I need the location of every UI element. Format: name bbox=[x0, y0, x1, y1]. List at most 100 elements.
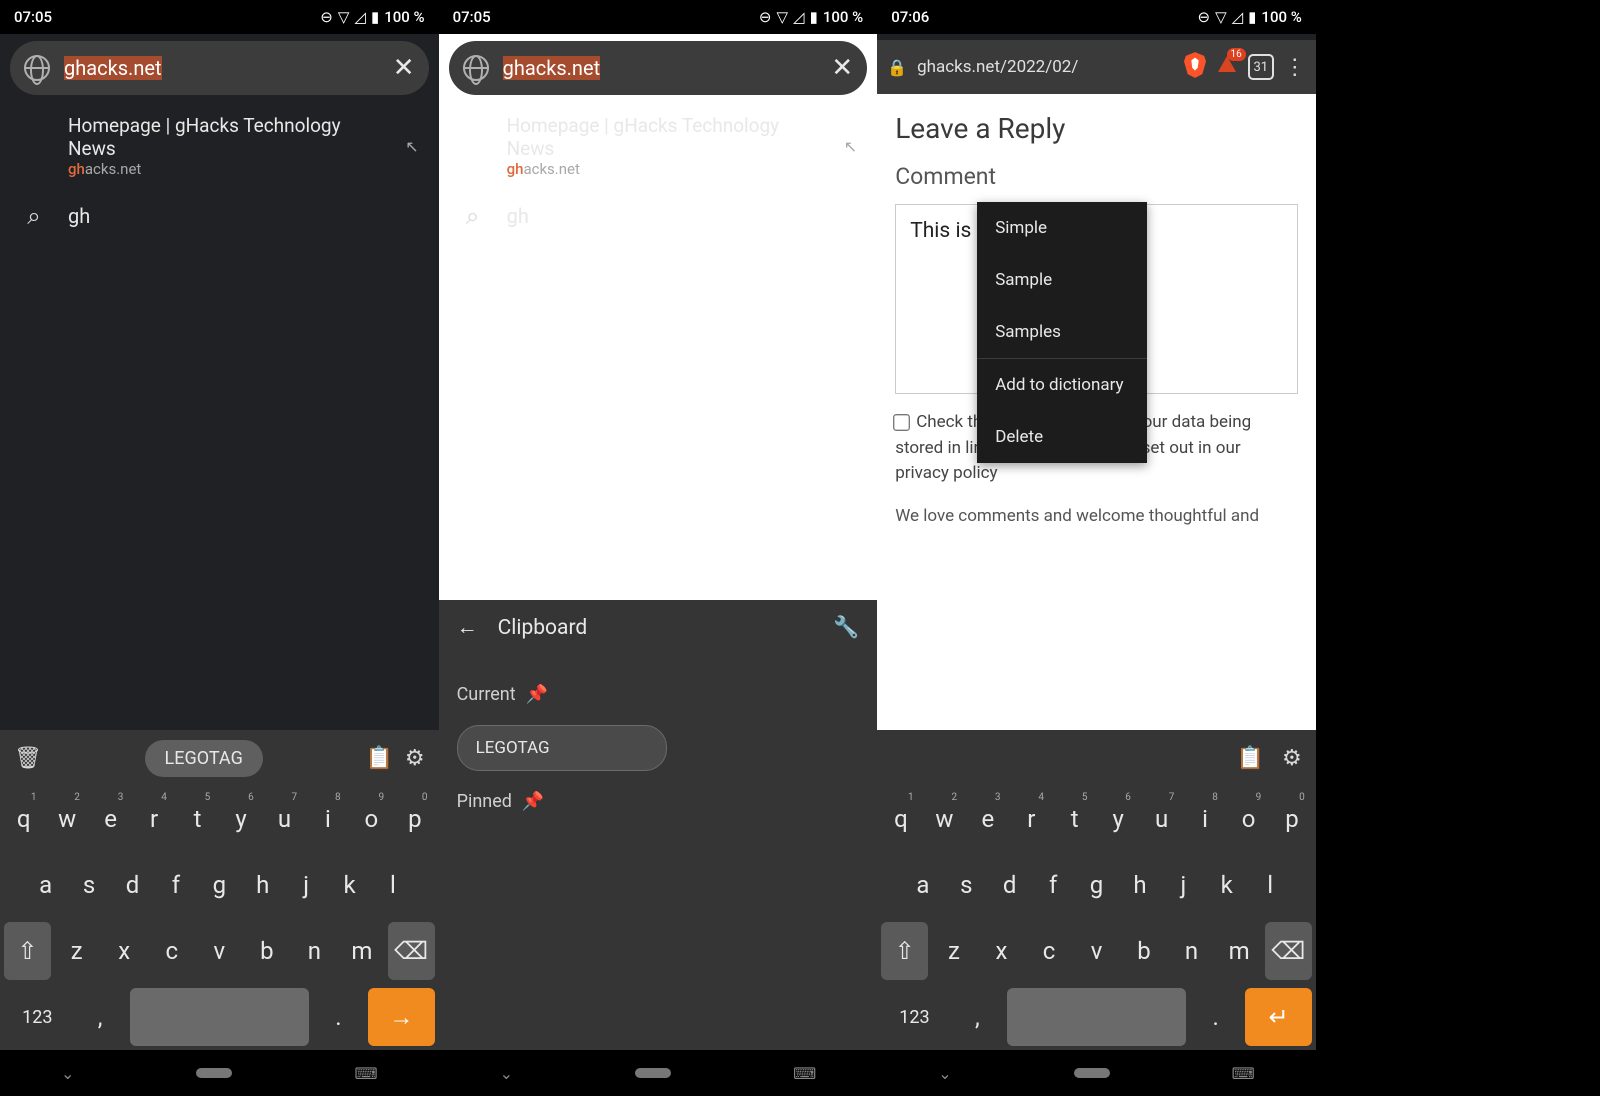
menu-dots-icon[interactable]: ⋮ bbox=[1284, 55, 1306, 80]
key-t[interactable]: 5t bbox=[178, 790, 217, 848]
key-w[interactable]: 2w bbox=[925, 790, 964, 848]
key-n[interactable]: n bbox=[1170, 922, 1214, 980]
enter-key[interactable]: ↵ bbox=[1245, 988, 1312, 1046]
key-e[interactable]: 3e bbox=[91, 790, 130, 848]
key-d[interactable]: d bbox=[113, 856, 152, 914]
clear-icon[interactable]: ✕ bbox=[831, 53, 853, 83]
space-key[interactable] bbox=[130, 988, 309, 1046]
suggestion-history[interactable]: Homepage | gHacks Technology News ghacks… bbox=[0, 102, 439, 190]
key-h[interactable]: h bbox=[1120, 856, 1159, 914]
key-k[interactable]: k bbox=[1207, 856, 1246, 914]
gear-icon[interactable]: ⚙ bbox=[1282, 746, 1302, 771]
key-h[interactable]: h bbox=[243, 856, 282, 914]
nav-keyboard-icon[interactable]: ⌨ bbox=[1232, 1064, 1255, 1083]
consent-checkbox[interactable] bbox=[893, 414, 910, 431]
key-x[interactable]: x bbox=[980, 922, 1024, 980]
key-l[interactable]: l bbox=[373, 856, 412, 914]
url-bar[interactable]: ghacks.net ✕ bbox=[10, 41, 429, 95]
gear-icon[interactable]: ⚙ bbox=[405, 746, 425, 771]
key-y[interactable]: 6y bbox=[221, 790, 260, 848]
numeric-key[interactable]: 123 bbox=[881, 988, 948, 1046]
clipboard-icon[interactable]: 📋 bbox=[1237, 746, 1264, 771]
nav-down-icon[interactable]: ⌄ bbox=[61, 1064, 74, 1083]
url-text[interactable]: ghacks.net/2022/02/ bbox=[917, 57, 1174, 77]
period-key[interactable]: . bbox=[1190, 988, 1241, 1046]
key-d[interactable]: d bbox=[990, 856, 1029, 914]
pin-icon[interactable]: 📌 bbox=[526, 684, 548, 705]
shift-key[interactable]: ⇧ bbox=[4, 922, 51, 980]
key-v[interactable]: v bbox=[198, 922, 242, 980]
suggestion-search[interactable]: ⌕ gh bbox=[439, 190, 878, 242]
nav-home-pill[interactable] bbox=[1074, 1068, 1110, 1078]
nav-keyboard-icon[interactable]: ⌨ bbox=[793, 1064, 816, 1083]
key-q[interactable]: 1q bbox=[881, 790, 920, 848]
delete-word[interactable]: Delete bbox=[977, 411, 1147, 463]
wrench-icon[interactable]: 🔧 bbox=[833, 616, 859, 640]
add-to-dictionary[interactable]: Add to dictionary bbox=[977, 358, 1147, 411]
key-a[interactable]: a bbox=[903, 856, 942, 914]
key-m[interactable]: m bbox=[340, 922, 384, 980]
nav-home-pill[interactable] bbox=[635, 1068, 671, 1078]
nav-down-icon[interactable]: ⌄ bbox=[500, 1064, 513, 1083]
key-q[interactable]: 1q bbox=[4, 790, 43, 848]
comment-textarea[interactable]: This is a test. Smple Simple Sample Samp… bbox=[895, 204, 1298, 394]
key-b[interactable]: b bbox=[1122, 922, 1166, 980]
spell-option[interactable]: Samples bbox=[977, 306, 1147, 358]
numeric-key[interactable]: 123 bbox=[4, 988, 71, 1046]
key-u[interactable]: 7u bbox=[265, 790, 304, 848]
key-r[interactable]: 4r bbox=[134, 790, 173, 848]
key-x[interactable]: x bbox=[102, 922, 146, 980]
key-a[interactable]: a bbox=[26, 856, 65, 914]
tab-count[interactable]: 31 bbox=[1248, 54, 1274, 80]
clipboard-chip[interactable]: LEGOTAG bbox=[145, 740, 263, 777]
go-key[interactable]: → bbox=[368, 988, 435, 1046]
key-z[interactable]: z bbox=[55, 922, 99, 980]
nav-down-icon[interactable]: ⌄ bbox=[938, 1064, 951, 1083]
key-o[interactable]: 9o bbox=[352, 790, 391, 848]
key-p[interactable]: 0p bbox=[1272, 790, 1311, 848]
key-z[interactable]: z bbox=[932, 922, 976, 980]
spell-option[interactable]: Sample bbox=[977, 254, 1147, 306]
insert-arrow-icon[interactable]: ↖ bbox=[844, 137, 857, 156]
nav-home-pill[interactable] bbox=[196, 1068, 232, 1078]
url-text[interactable]: ghacks.net bbox=[64, 56, 379, 80]
trash-icon[interactable]: 🗑 bbox=[14, 746, 42, 771]
comma-key[interactable]: , bbox=[952, 988, 1003, 1046]
insert-arrow-icon[interactable]: ↖ bbox=[405, 137, 418, 156]
key-w[interactable]: 2w bbox=[47, 790, 86, 848]
key-f[interactable]: f bbox=[1033, 856, 1072, 914]
key-j[interactable]: j bbox=[286, 856, 325, 914]
suggestion-search[interactable]: ⌕ gh bbox=[0, 190, 439, 242]
key-p[interactable]: 0p bbox=[395, 790, 434, 848]
key-u[interactable]: 7u bbox=[1142, 790, 1181, 848]
extension-badge-icon[interactable]: 16 bbox=[1216, 54, 1238, 80]
backspace-key[interactable]: ⌫ bbox=[388, 922, 435, 980]
period-key[interactable]: . bbox=[313, 988, 364, 1046]
key-e[interactable]: 3e bbox=[968, 790, 1007, 848]
key-c[interactable]: c bbox=[1027, 922, 1071, 980]
space-key[interactable] bbox=[1007, 988, 1186, 1046]
key-k[interactable]: k bbox=[330, 856, 369, 914]
key-i[interactable]: 8i bbox=[1185, 790, 1224, 848]
key-s[interactable]: s bbox=[947, 856, 986, 914]
key-f[interactable]: f bbox=[156, 856, 195, 914]
key-v[interactable]: v bbox=[1075, 922, 1119, 980]
key-i[interactable]: 8i bbox=[308, 790, 347, 848]
nav-keyboard-icon[interactable]: ⌨ bbox=[354, 1064, 377, 1083]
pin-icon[interactable]: 📌 bbox=[522, 791, 544, 812]
backspace-key[interactable]: ⌫ bbox=[1265, 922, 1312, 980]
shift-key[interactable]: ⇧ bbox=[881, 922, 928, 980]
spell-option[interactable]: Simple bbox=[977, 202, 1147, 254]
key-s[interactable]: s bbox=[69, 856, 108, 914]
key-c[interactable]: c bbox=[150, 922, 194, 980]
url-text[interactable]: ghacks.net bbox=[503, 56, 818, 80]
key-l[interactable]: l bbox=[1250, 856, 1289, 914]
key-o[interactable]: 9o bbox=[1229, 790, 1268, 848]
suggestion-history[interactable]: Homepage | gHacks Technology News ghacks… bbox=[439, 102, 878, 190]
key-g[interactable]: g bbox=[1077, 856, 1116, 914]
key-n[interactable]: n bbox=[293, 922, 337, 980]
key-b[interactable]: b bbox=[245, 922, 289, 980]
comma-key[interactable]: , bbox=[75, 988, 126, 1046]
key-j[interactable]: j bbox=[1164, 856, 1203, 914]
key-m[interactable]: m bbox=[1217, 922, 1261, 980]
